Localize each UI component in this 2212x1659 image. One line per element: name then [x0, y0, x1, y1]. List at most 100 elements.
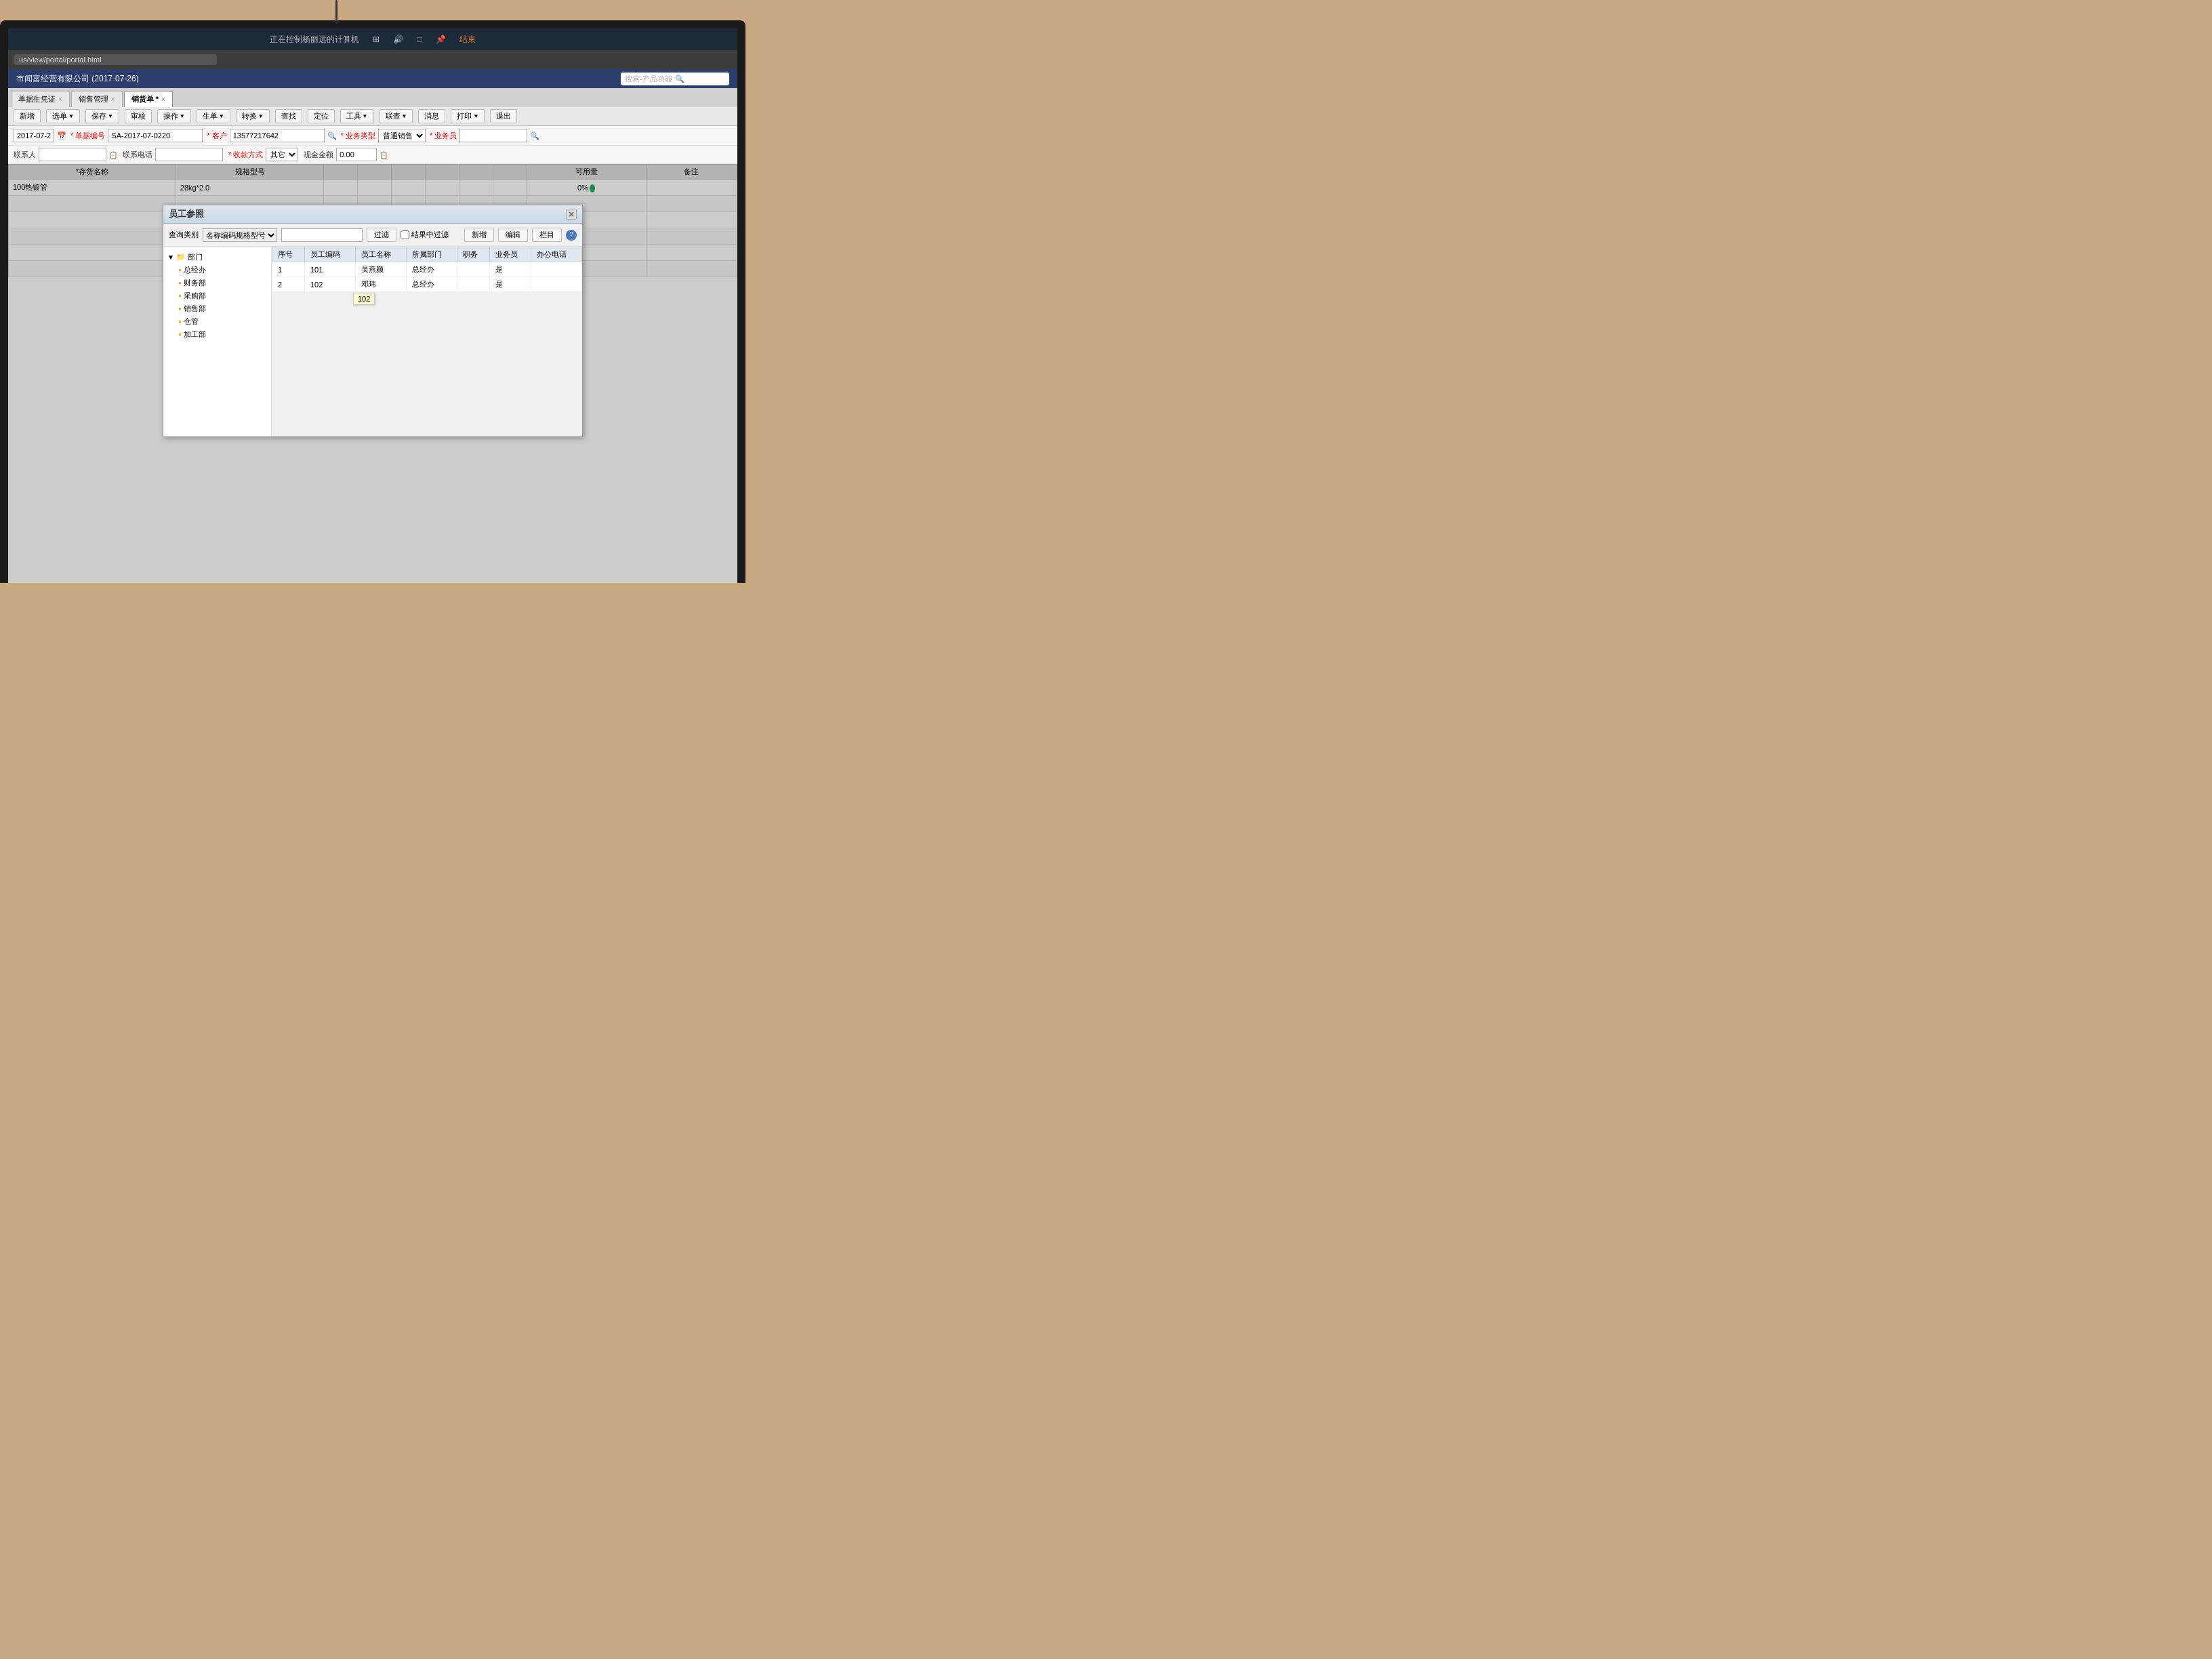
tree-item-general[interactable]: ● 总经办	[178, 264, 267, 276]
tree-root-dept[interactable]: ▼ 📁 部门	[167, 251, 267, 264]
address-bar[interactable]: us/view/portal/portal.html	[14, 54, 217, 65]
col-emp-code: 员工编码	[304, 247, 355, 262]
col-position: 职务	[457, 247, 489, 262]
tree-item-finance[interactable]: ● 财务部	[178, 276, 267, 289]
date-field: 📅	[14, 129, 66, 142]
search-icon[interactable]: 🔍	[675, 75, 684, 83]
cell-code-1: 101	[304, 262, 355, 277]
tab-voucher-close[interactable]: ×	[58, 96, 62, 103]
result-filter-label: 结果中过滤	[401, 230, 449, 240]
help-icon[interactable]: ?	[566, 230, 577, 241]
tree-item-label: 销售部	[184, 304, 206, 314]
screen: 正在控制杨丽远的计算机 ⊞ 🔊 □ 📌 结束 us/view/portal/po…	[8, 28, 737, 583]
bill-no-input[interactable]	[108, 129, 203, 142]
search-box[interactable]: 搜索-产品功能 🔍	[621, 73, 729, 85]
form-row-1: 📅 * 单据编号 * 客户 🔍 * 业务类型 普通销售	[8, 126, 737, 146]
edit-button[interactable]: 编辑	[498, 228, 528, 242]
payment-select[interactable]: 其它	[266, 148, 298, 161]
salesperson-input[interactable]	[459, 129, 527, 142]
btn-new[interactable]: 新增	[14, 109, 41, 123]
result-filter-checkbox[interactable]	[401, 230, 409, 239]
tree-item-label: 仓管	[184, 316, 199, 327]
modal-title-bar: 员工参照 ×	[163, 205, 582, 224]
payment-label: * 收款方式	[228, 150, 263, 160]
screen-icon[interactable]: □	[417, 35, 422, 44]
cell-sales-2: 是	[489, 277, 531, 292]
btn-exit[interactable]: 退出	[490, 109, 517, 123]
btn-locate[interactable]: 定位	[308, 109, 335, 123]
tab-voucher-label: 单据生凭证	[18, 94, 56, 104]
search-placeholder: 搜索-产品功能	[625, 74, 672, 84]
filter-input[interactable]	[281, 228, 363, 242]
cell-dept-1: 总经办	[406, 262, 457, 277]
columns-button[interactable]: 栏目	[532, 228, 562, 242]
app-container: 市闻富经营有限公司 (2017-07-26) 搜索-产品功能 🔍 单据生凭证 ×…	[8, 69, 737, 583]
new-button[interactable]: 新增	[464, 228, 494, 242]
btn-audit[interactable]: 审核	[125, 109, 152, 123]
btn-select[interactable]: 选单 ▼	[46, 109, 80, 123]
modal-toolbar: 查询类别 名称编码规格型号 过滤 结果中过滤 新增	[163, 224, 582, 247]
tree-item-label: 总经办	[184, 265, 206, 275]
btn-convert[interactable]: 转换 ▼	[236, 109, 270, 123]
pin-icon[interactable]: 📌	[436, 35, 446, 44]
btn-message[interactable]: 消息	[418, 109, 445, 123]
filter-button[interactable]: 过滤	[367, 228, 396, 242]
query-type-select[interactable]: 名称编码规格型号	[203, 228, 277, 242]
biz-type-label: * 业务类型	[341, 131, 375, 141]
calendar-icon[interactable]: 📅	[57, 131, 66, 140]
contact-phone-label: 联系电话	[123, 150, 152, 160]
col-dept: 所属部门	[406, 247, 457, 262]
customer-input[interactable]	[230, 129, 325, 142]
col-seq: 序号	[272, 247, 305, 262]
tree-root-label: 部门	[188, 252, 203, 262]
speaker-icon[interactable]: 🔊	[393, 35, 403, 44]
btn-generate[interactable]: 生单 ▼	[197, 109, 230, 123]
tree-item-warehouse[interactable]: ● 仓管	[178, 315, 267, 328]
btn-print[interactable]: 打印 ▼	[451, 109, 485, 123]
tab-sales-mgmt-close[interactable]: ×	[111, 96, 115, 103]
cell-dept-2: 总经办	[406, 277, 457, 292]
salesperson-field: * 业务员 🔍	[430, 129, 539, 142]
btn-query[interactable]: 联查 ▼	[380, 109, 413, 123]
cell-sales-1: 是	[489, 262, 531, 277]
tree-item-label: 加工部	[184, 329, 206, 340]
tree-item-label: 采购部	[184, 291, 206, 301]
tree-item-sales[interactable]: ● 销售部	[178, 302, 267, 315]
contact-input[interactable]	[39, 148, 106, 161]
contact-phone-input[interactable]	[155, 148, 223, 161]
app-header: 市闻富经营有限公司 (2017-07-26) 搜索-产品功能 🔍	[8, 69, 737, 88]
bullet-icon: ●	[178, 319, 182, 325]
salesperson-search-icon[interactable]: 🔍	[530, 131, 539, 140]
tab-sales-order[interactable]: 销货单 * ×	[124, 91, 173, 107]
cell-name-1: 吴燕颜	[355, 262, 406, 277]
end-button[interactable]: 结束	[459, 34, 476, 45]
company-name: 市闻富经营有限公司 (2017-07-26)	[16, 73, 139, 85]
customer-search-icon[interactable]: 🔍	[327, 131, 337, 140]
biz-type-select[interactable]: 普通销售	[378, 129, 426, 142]
browser-chrome: us/view/portal/portal.html	[8, 50, 737, 69]
tooltip-text: 102	[358, 295, 370, 303]
modal-close-button[interactable]: ×	[566, 209, 577, 220]
cash-input[interactable]	[336, 148, 377, 161]
employee-row-1[interactable]: 1 101 吴燕颜 总经办 是	[272, 262, 582, 277]
cash-icon[interactable]: 📋	[380, 151, 388, 159]
employee-grid: 序号 员工编码 员工名称 所属部门 职务 业务员 办公电话	[272, 247, 582, 436]
btn-tools[interactable]: 工具 ▼	[340, 109, 374, 123]
date-input[interactable]	[14, 129, 54, 142]
customer-field: * 客户 🔍	[207, 129, 336, 142]
btn-save[interactable]: 保存 ▼	[85, 109, 119, 123]
btn-operation[interactable]: 操作 ▼	[157, 109, 191, 123]
query-type-label: 查询类别	[169, 230, 199, 240]
employee-row-2[interactable]: 2 102 邓玮 总经办 是	[272, 277, 582, 292]
contact-icon[interactable]: 📋	[109, 151, 117, 159]
department-tree: ▼ 📁 部门 ● 总经办	[163, 247, 272, 436]
tab-sales-mgmt[interactable]: 销售管理 ×	[71, 91, 123, 107]
tab-sales-order-close[interactable]: ×	[161, 96, 165, 103]
tree-item-processing[interactable]: ● 加工部	[178, 328, 267, 341]
cell-pos-2	[457, 277, 489, 292]
tab-voucher[interactable]: 单据生凭证 ×	[11, 91, 70, 107]
btn-find[interactable]: 查找	[275, 109, 302, 123]
grid-icon[interactable]: ⊞	[373, 35, 380, 44]
tree-item-purchase[interactable]: ● 采购部	[178, 289, 267, 302]
col-is-salesperson: 业务员	[489, 247, 531, 262]
